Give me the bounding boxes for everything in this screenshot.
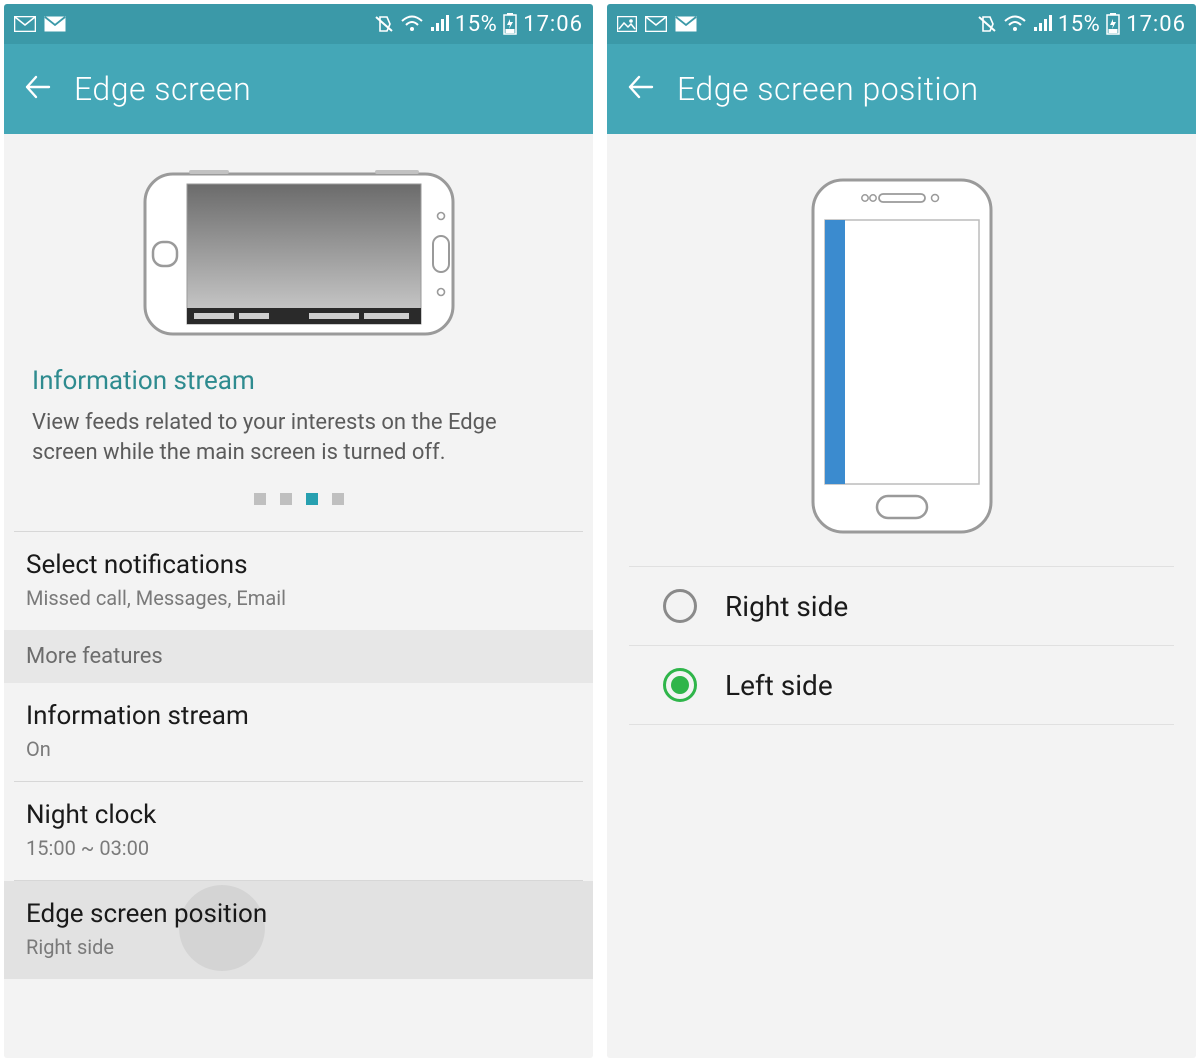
setting-title: Edge screen position [26, 899, 571, 929]
wifi-icon [1004, 15, 1026, 33]
battery-percent: 15% [455, 12, 497, 37]
vibrate-icon [373, 14, 395, 34]
setting-subtitle: 15:00 ~ 03:00 [26, 836, 571, 860]
status-time: 17:06 [1126, 12, 1186, 37]
setting-edge-screen-position[interactable]: Edge screen position Right side [4, 881, 593, 979]
phone-illustration-landscape [139, 166, 459, 346]
setting-information-stream[interactable]: Information stream On [4, 683, 593, 781]
content-area: Information stream View feeds related to… [4, 134, 593, 1058]
signal-icon [1032, 15, 1052, 33]
battery-icon [1106, 13, 1120, 35]
page-title: Edge screen [74, 70, 251, 108]
radio-label: Left side [725, 669, 833, 702]
carousel-indicator [32, 467, 565, 521]
vibrate-icon [976, 14, 998, 34]
setting-subtitle: Missed call, Messages, Email [26, 586, 571, 610]
preview-carousel[interactable]: Information stream View feeds related to… [4, 134, 593, 531]
setting-title: Night clock [26, 800, 571, 830]
mail-icon [44, 16, 66, 32]
radio-label: Right side [725, 590, 848, 623]
status-time: 17:06 [523, 12, 583, 37]
phone-illustration-portrait [807, 176, 997, 536]
page-dot [332, 493, 344, 505]
page-dot [254, 493, 266, 505]
setting-subtitle: On [26, 737, 571, 761]
battery-percent: 15% [1058, 12, 1100, 37]
carousel-description: View feeds related to your interests on … [32, 408, 565, 467]
screenshot-edge-position: 15% 17:06 Edge screen position [607, 4, 1196, 1058]
page-dot [280, 493, 292, 505]
setting-select-notifications[interactable]: Select notifications Missed call, Messag… [4, 532, 593, 630]
wifi-icon [401, 15, 423, 33]
page-dot-active [306, 493, 318, 505]
status-bar: 15% 17:06 [4, 4, 593, 44]
radio-icon-checked [663, 668, 697, 702]
back-icon[interactable] [625, 72, 655, 106]
image-icon [617, 16, 637, 32]
radio-right-side[interactable]: Right side [629, 566, 1174, 646]
radio-icon [663, 589, 697, 623]
gmail-icon [14, 16, 36, 32]
app-bar: Edge screen position [607, 44, 1196, 134]
setting-subtitle: Right side [26, 935, 571, 959]
back-icon[interactable] [22, 72, 52, 106]
section-header-more-features: More features [4, 630, 593, 683]
touch-ripple [179, 885, 265, 971]
mail-icon [675, 16, 697, 32]
screenshot-edge-screen: 15% 17:06 Edge screen [4, 4, 593, 1058]
gmail-icon [645, 16, 667, 32]
app-bar: Edge screen [4, 44, 593, 134]
setting-night-clock[interactable]: Night clock 15:00 ~ 03:00 [4, 782, 593, 880]
page-title: Edge screen position [677, 70, 979, 108]
battery-icon [503, 13, 517, 35]
carousel-heading: Information stream [32, 366, 565, 396]
content-area: Right side Left side [607, 134, 1196, 1058]
radio-left-side[interactable]: Left side [629, 646, 1174, 725]
setting-title: Information stream [26, 701, 571, 731]
signal-icon [429, 15, 449, 33]
setting-title: Select notifications [26, 550, 571, 580]
status-bar: 15% 17:06 [607, 4, 1196, 44]
